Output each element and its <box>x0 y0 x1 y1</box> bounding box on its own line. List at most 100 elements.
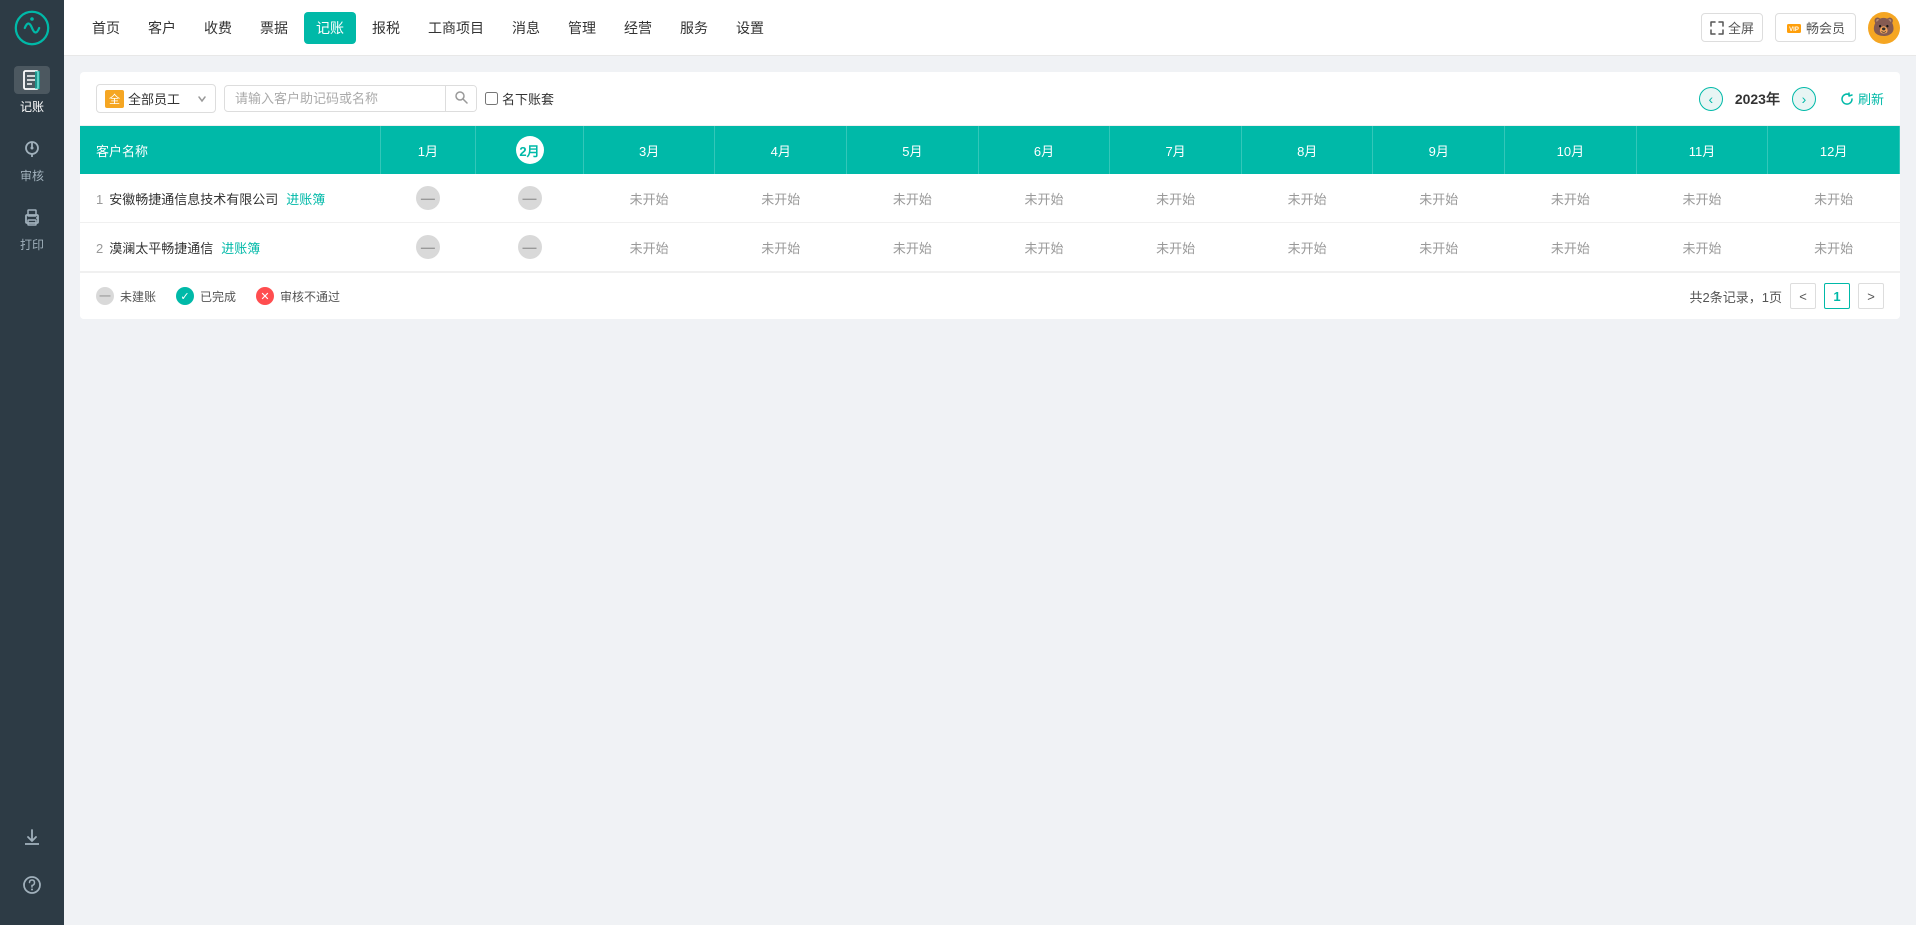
header-may: 5月 <box>847 126 979 174</box>
nav-client[interactable]: 客户 <box>136 12 188 44</box>
page-content: 全 全部员工 <box>64 56 1916 925</box>
nav-ledger[interactable]: 记账 <box>304 12 356 44</box>
fullscreen-label: 全屏 <box>1728 18 1754 37</box>
nav-home[interactable]: 首页 <box>80 12 132 44</box>
refresh-icon <box>1840 92 1854 106</box>
sidebar-item-audit-label: 审核 <box>20 167 44 184</box>
header-sep: 9月 <box>1373 126 1505 174</box>
current-page[interactable]: 1 <box>1824 283 1850 309</box>
cell-month-4: 未开始 <box>715 223 847 272</box>
legend-not-started: — 未建账 <box>96 287 156 305</box>
next-page-button[interactable]: > <box>1858 283 1884 309</box>
user-avatar[interactable]: 🐻 <box>1868 12 1900 44</box>
cell-month-5: 未开始 <box>847 174 979 223</box>
cell-month-2: — <box>476 174 584 223</box>
status-not-started: 未开始 <box>893 241 932 256</box>
cell-month-6: 未开始 <box>978 223 1110 272</box>
status-not-started: 未开始 <box>1814 241 1853 256</box>
status-not-started: 未开始 <box>1288 241 1327 256</box>
search-bar <box>224 85 477 112</box>
status-not-started: 未开始 <box>761 241 800 256</box>
sidebar-item-audit[interactable]: 审核 <box>0 125 64 194</box>
main-area: 首页 客户 收费 票据 记账 报税 工商项目 消息 管理 经营 服务 设置 全屏 <box>64 0 1916 925</box>
svg-text:VIP: VIP <box>1789 27 1799 33</box>
topbar: 首页 客户 收费 票据 记账 报税 工商项目 消息 管理 经营 服务 设置 全屏 <box>64 0 1916 56</box>
prev-year-button[interactable]: ‹ <box>1699 87 1723 111</box>
status-not-started: 未开始 <box>1024 192 1063 207</box>
row-index: 2 <box>96 241 103 256</box>
cell-month-2: — <box>476 223 584 272</box>
vip-icon: VIP <box>1786 20 1802 36</box>
sidebar-item-ledger-label: 记账 <box>20 98 44 115</box>
my-accounts-checkbox[interactable]: 名下账套 <box>485 89 554 108</box>
enter-ledger-link[interactable]: 进账簿 <box>286 192 325 207</box>
header-aug: 8月 <box>1241 126 1373 174</box>
sidebar-item-help[interactable] <box>0 861 64 909</box>
refresh-button[interactable]: 刷新 <box>1840 89 1884 108</box>
cell-month-3: 未开始 <box>583 174 715 223</box>
nav-service[interactable]: 服务 <box>668 12 720 44</box>
topbar-right: 全屏 VIP 畅会员 🐻 <box>1701 12 1900 44</box>
cell-month-3: 未开始 <box>583 223 715 272</box>
cell-month-7: 未开始 <box>1110 223 1242 272</box>
legend-dot-teal: ✓ <box>176 287 194 305</box>
status-dash: — <box>416 186 440 210</box>
nav-tax[interactable]: 报税 <box>360 12 412 44</box>
status-not-started: 未开始 <box>1551 192 1590 207</box>
header-mar: 3月 <box>583 126 715 174</box>
cell-client-name: 1 安徽畅捷通信息技术有限公司进账簿 <box>80 174 380 223</box>
employee-select[interactable]: 全 全部员工 <box>96 84 216 113</box>
sidebar: 记账 审核 打印 <box>0 0 64 925</box>
booking-table: 客户名称 1月 2月 3月 4月 5月 6月 7月 8月 9月 10月 11月 <box>80 126 1900 272</box>
client-name: 安徽畅捷通信息技术有限公司 <box>109 192 278 207</box>
status-not-started: 未开始 <box>1551 241 1590 256</box>
status-not-started: 未开始 <box>1024 241 1063 256</box>
enter-ledger-link[interactable]: 进账簿 <box>221 241 260 256</box>
nav-biz[interactable]: 工商项目 <box>416 12 496 44</box>
vip-button[interactable]: VIP 畅会员 <box>1775 13 1856 42</box>
legend-completed: ✓ 已完成 <box>176 287 236 305</box>
employee-tag: 全 <box>105 90 124 108</box>
pagination: 共2条记录，1页 < 1 > <box>1690 283 1884 309</box>
table-row: 2漠澜太平畅捷通信进账簿——未开始未开始未开始未开始未开始未开始未开始未开始未开… <box>80 223 1900 272</box>
chevron-down-icon <box>197 94 207 104</box>
cell-month-10: 未开始 <box>1505 174 1637 223</box>
legend-dot-gray: — <box>96 287 114 305</box>
total-records: 共2条记录，1页 <box>1690 287 1782 306</box>
nav-settings[interactable]: 设置 <box>724 12 776 44</box>
sidebar-bottom <box>0 813 64 925</box>
sidebar-item-print-label: 打印 <box>20 236 44 253</box>
ledger-icon <box>14 66 50 94</box>
header-dec: 12月 <box>1768 126 1900 174</box>
legend-label-completed: 已完成 <box>200 288 236 305</box>
nav-msg[interactable]: 消息 <box>500 12 552 44</box>
prev-page-button[interactable]: < <box>1790 283 1816 309</box>
vip-label: 畅会员 <box>1806 18 1845 37</box>
cell-month-8: 未开始 <box>1241 223 1373 272</box>
fullscreen-button[interactable]: 全屏 <box>1701 13 1763 42</box>
my-accounts-check-input[interactable] <box>485 92 498 105</box>
nav-manage[interactable]: 管理 <box>556 12 608 44</box>
nav-invoice[interactable]: 票据 <box>248 12 300 44</box>
row-index: 1 <box>96 192 103 207</box>
sidebar-item-print[interactable]: 打印 <box>0 194 64 263</box>
search-button[interactable] <box>445 86 476 111</box>
nav-operation[interactable]: 经营 <box>612 12 664 44</box>
legend-label-not-started: 未建账 <box>120 288 156 305</box>
sidebar-item-ledger[interactable]: 记账 <box>0 56 64 125</box>
search-input[interactable] <box>225 87 445 110</box>
toolbar: 全 全部员工 <box>80 72 1900 126</box>
checkbox-text: 名下账套 <box>502 89 554 108</box>
cell-month-11: 未开始 <box>1636 174 1768 223</box>
cell-month-4: 未开始 <box>715 174 847 223</box>
legend-dot-red: ✕ <box>256 287 274 305</box>
next-year-button[interactable]: › <box>1792 87 1816 111</box>
sidebar-item-download[interactable] <box>0 813 64 861</box>
cell-month-1: — <box>380 174 476 223</box>
nav-fees[interactable]: 收费 <box>192 12 244 44</box>
help-icon <box>14 871 50 899</box>
header-apr: 4月 <box>715 126 847 174</box>
status-not-started: 未开始 <box>1683 241 1722 256</box>
header-oct: 10月 <box>1505 126 1637 174</box>
table-row: 1安徽畅捷通信息技术有限公司进账簿——未开始未开始未开始未开始未开始未开始未开始… <box>80 174 1900 223</box>
